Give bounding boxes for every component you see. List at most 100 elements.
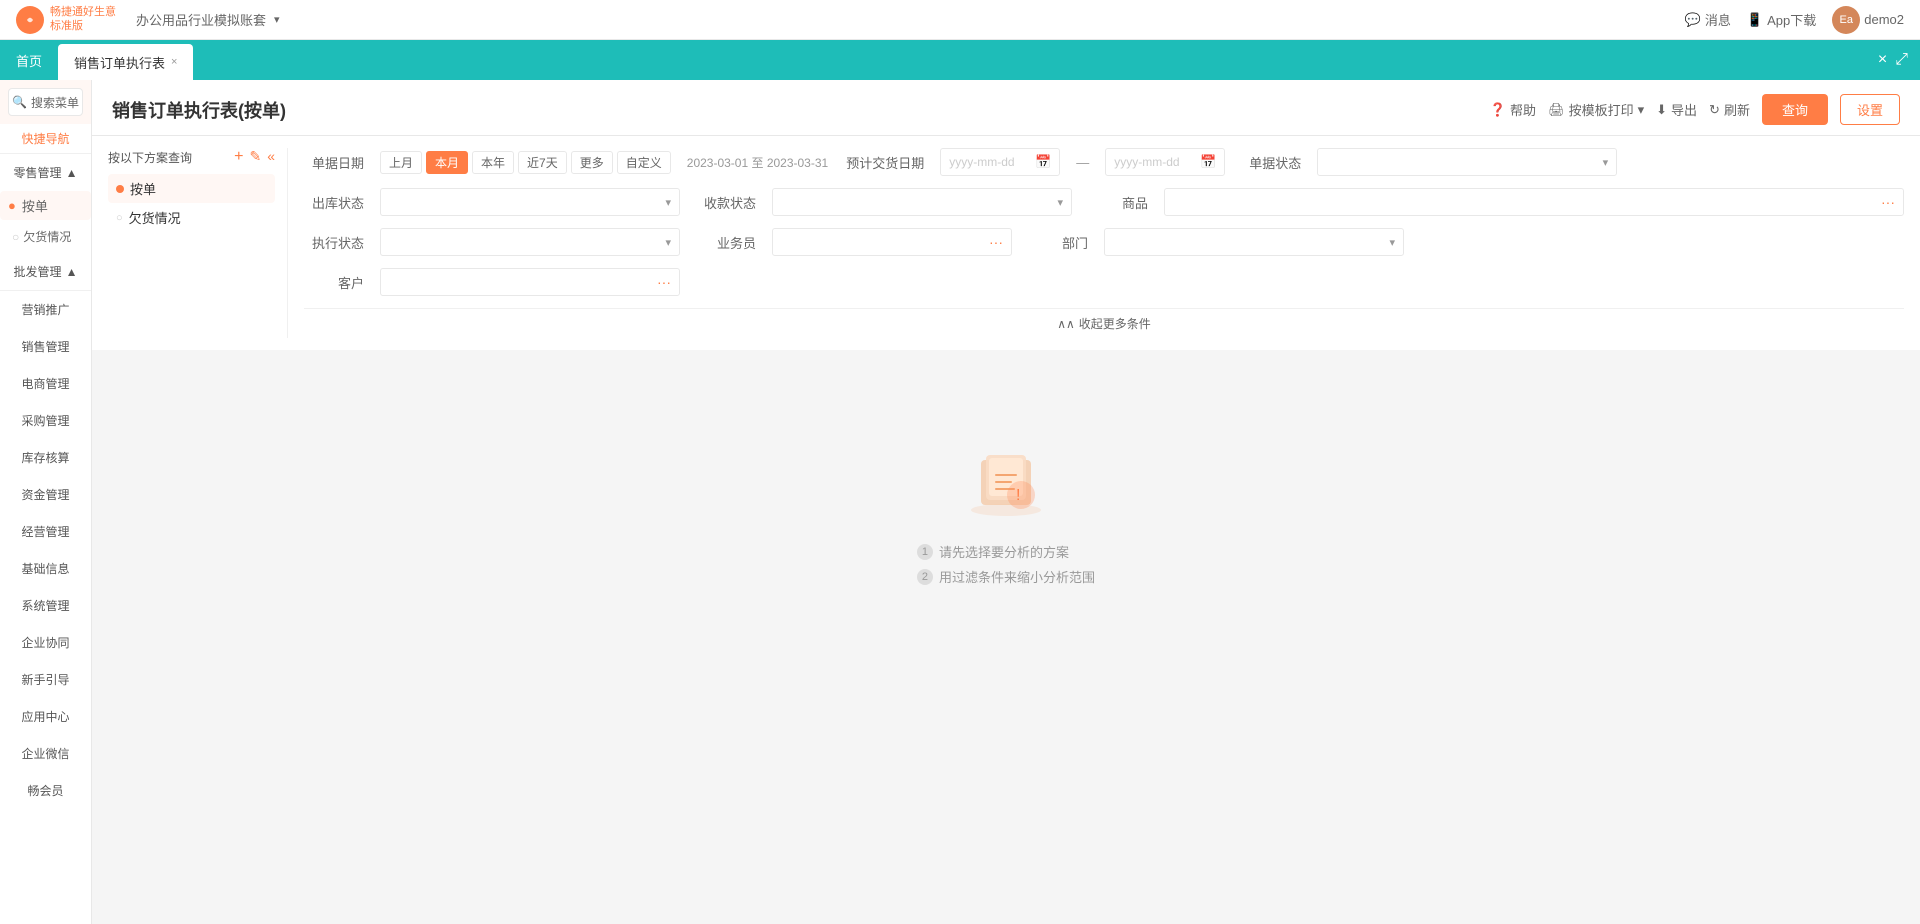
estimated-date-start-input[interactable]: yyyy-mm-dd 📅 <box>940 148 1060 176</box>
dept-select[interactable]: ▾ <box>1104 228 1404 256</box>
user-profile[interactable]: Ea demo2 <box>1832 6 1904 34</box>
sidebar-item-marketing[interactable]: 营销推广 <box>0 291 91 328</box>
empty-state: ! 1 请先选择要分析的方案 2 用过滤条件来缩小分析范围 <box>92 350 1920 666</box>
date-custom-btn[interactable]: 自定义 <box>617 151 671 174</box>
refresh-icon: ↻ <box>1709 102 1720 118</box>
goods-label: 商品 <box>1088 193 1148 212</box>
filter-row-1: 单据日期 上月 本月 本年 近7天 更多 自定义 2023-03-01 至 20… <box>304 148 1904 176</box>
sidebar-item-ecommerce[interactable]: 电商管理 <box>0 365 91 402</box>
svg-text:!: ! <box>1016 487 1020 504</box>
collapse-arrow-icon: ∧∧ <box>1057 317 1075 331</box>
sidebar-item-onboarding[interactable]: 新手引导 <box>0 661 91 698</box>
customer-input[interactable]: ··· <box>380 268 680 296</box>
sidebar: 🔍 搜索菜单 快捷导航 零售管理 ▲ ● 按单 ○ 欠货情况 批发管理 ▲ 营销… <box>0 80 92 924</box>
tab-close-button[interactable]: × <box>171 56 177 68</box>
out-status-select[interactable]: ▾ <box>380 188 680 216</box>
sidebar-item-wechat[interactable]: 企业微信 <box>0 735 91 772</box>
collapse-button[interactable]: ∧∧ 收起更多条件 <box>304 308 1904 338</box>
query-button[interactable]: 查询 <box>1762 94 1828 125</box>
goods-input[interactable]: ··· <box>1164 188 1904 216</box>
window-close-icon[interactable]: × <box>1878 51 1887 69</box>
calendar-start-icon: 📅 <box>1035 154 1051 170</box>
filter-scheme-header: 按以下方案查询 + ✎ « <box>108 148 275 166</box>
add-scheme-icon[interactable]: + <box>234 148 243 166</box>
app-download-button[interactable]: 📱 App下载 <box>1747 10 1816 29</box>
sidebar-item-wholesale[interactable]: 批发管理 ▲ <box>0 253 91 290</box>
sidebar-search-button[interactable]: 🔍 搜索菜单 <box>8 88 83 116</box>
filter-layout: 按以下方案查询 + ✎ « 按单 ○ 欠货情况 <box>108 148 1904 338</box>
exec-status-label: 执行状态 <box>304 233 364 252</box>
salesperson-more-icon: ··· <box>989 234 1003 250</box>
edit-scheme-icon[interactable]: ✎ <box>249 148 261 166</box>
settings-button[interactable]: 设置 <box>1840 94 1900 125</box>
window-expand-icon[interactable]: ⤢ <box>1895 51 1908 69</box>
export-button[interactable]: ⬇ 导出 <box>1656 100 1697 119</box>
tab-home[interactable]: 首页 <box>0 40 58 80</box>
date-year-btn[interactable]: 本年 <box>472 151 514 174</box>
collect-status-label: 收款状态 <box>696 193 756 212</box>
sidebar-item-basics[interactable]: 基础信息 <box>0 550 91 587</box>
sidebar-item-sales[interactable]: 销售管理 <box>0 328 91 365</box>
salesperson-label: 业务员 <box>696 233 756 252</box>
date-curr-month-btn[interactable]: 本月 <box>426 151 468 174</box>
date-range-text: 2023-03-01 至 2023-03-31 <box>687 154 828 171</box>
print-button[interactable]: 🖨 按模板打印 ▾ <box>1548 100 1644 119</box>
date-prev-month-btn[interactable]: 上月 <box>380 151 422 174</box>
sidebar-item-member[interactable]: 畅会员 <box>0 772 91 809</box>
avatar: Ea <box>1832 6 1860 34</box>
scheme-inactive-circle-icon: ○ <box>116 212 123 224</box>
dept-dropdown-icon: ▾ <box>1389 236 1395 249</box>
filter-scheme-icons: + ✎ « <box>234 148 275 166</box>
top-bar: 畅捷通好生意 标准版 办公用品行业模拟账套 ▾ 💬 消息 📱 App下载 Ea … <box>0 0 1920 40</box>
filter-row-4: 客户 ··· <box>304 268 1904 296</box>
top-bar-dropdown[interactable]: ▾ <box>274 13 280 26</box>
filter-main: 单据日期 上月 本月 本年 近7天 更多 自定义 2023-03-01 至 20… <box>288 148 1904 338</box>
tip-number-1: 1 <box>917 544 933 560</box>
inactive-circle-icon: ○ <box>12 230 19 244</box>
sidebar-item-inventory[interactable]: 库存核算 <box>0 439 91 476</box>
date-more-btn[interactable]: 更多 <box>571 151 613 174</box>
logo-area: 畅捷通好生意 标准版 <box>16 6 116 34</box>
filter-row-2: 出库状态 ▾ 收款状态 ▾ 商品 ··· <box>304 188 1904 216</box>
message-icon: 💬 <box>1685 12 1701 28</box>
doc-status-dropdown-icon: ▾ <box>1603 156 1609 169</box>
sidebar-item-purchase[interactable]: 采购管理 <box>0 402 91 439</box>
sidebar-item-retail[interactable]: 零售管理 ▲ <box>0 154 91 191</box>
customer-more-icon: ··· <box>657 274 671 290</box>
sidebar-item-按单[interactable]: ● 按单 <box>0 191 91 220</box>
sidebar-item-operations[interactable]: 经营管理 <box>0 513 91 550</box>
sidebar-item-finance[interactable]: 资金管理 <box>0 476 91 513</box>
content-area: 销售订单执行表(按单) ❓ 帮助 🖨 按模板打印 ▾ ⬇ 导出 ↻ 刷新 <box>92 80 1920 924</box>
page-header: 销售订单执行表(按单) ❓ 帮助 🖨 按模板打印 ▾ ⬇ 导出 ↻ 刷新 <box>92 80 1920 136</box>
empty-illustration: ! <box>956 430 1056 530</box>
tab-active[interactable]: 销售订单执行表 × <box>58 44 193 80</box>
exec-status-select[interactable]: ▾ <box>380 228 680 256</box>
logo-text: 畅捷通好生意 标准版 <box>50 6 116 32</box>
scheme-item-欠货情况[interactable]: ○ 欠货情况 <box>108 203 275 232</box>
customer-label: 客户 <box>304 273 364 292</box>
filter-section: 按以下方案查询 + ✎ « 按单 ○ 欠货情况 <box>92 136 1920 350</box>
exec-status-dropdown-icon: ▾ <box>665 236 671 249</box>
collect-status-dropdown-icon: ▾ <box>1057 196 1063 209</box>
estimated-date-end-input[interactable]: yyyy-mm-dd 📅 <box>1105 148 1225 176</box>
collect-status-select[interactable]: ▾ <box>772 188 1072 216</box>
sidebar-item-app-center[interactable]: 应用中心 <box>0 698 91 735</box>
doc-status-select[interactable]: ▾ <box>1317 148 1617 176</box>
sidebar-quick-nav[interactable]: 快捷导航 <box>0 124 91 153</box>
top-bar-title: 办公用品行业模拟账套 <box>136 10 266 29</box>
refresh-button[interactable]: ↻ 刷新 <box>1709 100 1750 119</box>
scheme-item-按单[interactable]: 按单 <box>108 174 275 203</box>
tip-number-2: 2 <box>917 569 933 585</box>
date-label: 单据日期 <box>304 153 364 172</box>
sidebar-item-system[interactable]: 系统管理 <box>0 587 91 624</box>
collapse-scheme-icon[interactable]: « <box>267 148 275 166</box>
sidebar-item-enterprise[interactable]: 企业协同 <box>0 624 91 661</box>
salesperson-input[interactable]: ··· <box>772 228 1012 256</box>
date-7days-btn[interactable]: 近7天 <box>518 151 567 174</box>
message-button[interactable]: 💬 消息 <box>1685 10 1731 29</box>
help-button[interactable]: ❓ 帮助 <box>1490 100 1536 119</box>
sidebar-item-欠货情况[interactable]: ○ 欠货情况 <box>0 220 91 253</box>
empty-tip-2: 2 用过滤条件来缩小分析范围 <box>917 567 1095 586</box>
active-dot-icon: ● <box>8 198 16 213</box>
print-icon: 🖨 <box>1548 102 1565 118</box>
